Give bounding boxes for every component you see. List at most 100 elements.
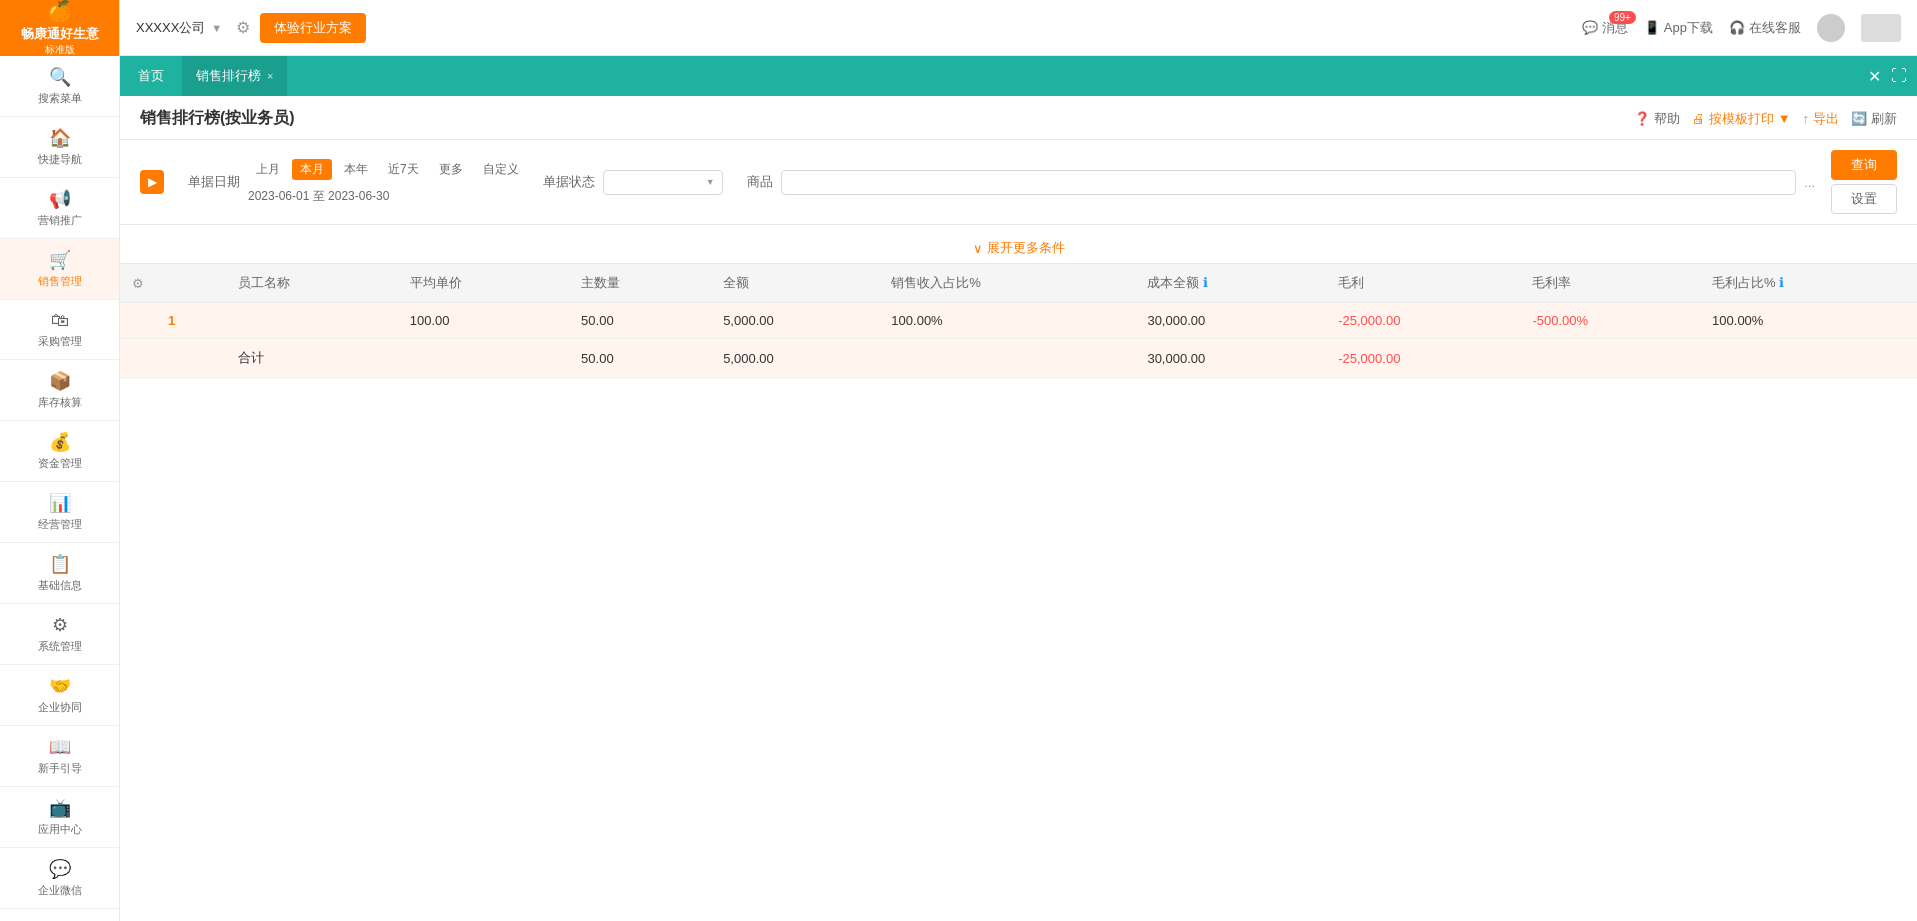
date-tab-3[interactable]: 近7天 [380,159,427,180]
row-rank-0: 1 [156,303,226,339]
app-download-label: App下载 [1664,19,1713,37]
sidebar-label-10: 企业协同 [38,700,82,715]
avatar[interactable] [1817,14,1845,42]
sidebar-item-8[interactable]: 📋基础信息 [0,543,119,604]
date-filter-item: 单据日期 上月本月本年近7天更多自定义 2023-06-01 至 2023-06… [188,159,527,205]
settings-button[interactable]: 设置 [1831,184,1897,214]
print-button[interactable]: 🖨 按模板打印 ▼ [1692,110,1791,128]
company-selector[interactable]: XXXXX公司 ▼ [136,19,222,37]
row-avg-price-0: 100.00 [398,303,569,339]
tab-home[interactable]: 首页 [120,56,182,96]
sidebar-icon-12: 📺 [49,797,71,819]
settings-icon[interactable]: ⚙ [236,18,250,37]
export-button[interactable]: ↑ 导出 [1803,110,1840,128]
sidebar-label-13: 企业微信 [38,883,82,898]
export-icon: ↑ [1803,111,1810,126]
footer-rank-cell [156,339,226,378]
th-settings[interactable]: ⚙ [120,264,156,303]
date-tab-2[interactable]: 本年 [336,159,376,180]
sidebar-label-1: 快捷导航 [38,152,82,167]
sidebar-item-3[interactable]: 🛒 销售管理 [0,239,119,300]
more-filter-btn[interactable]: ... [1804,175,1815,190]
help-button[interactable]: ❓ 帮助 [1634,110,1680,128]
sidebar-item-5[interactable]: 📦 库存核算 [0,360,119,421]
footer-amount-cell: 5,000.00 [711,339,879,378]
th-cost: 成本全额 ℹ [1135,264,1326,303]
cost-info-icon[interactable]: ℹ [1203,275,1208,290]
row-amount-0: 5,000.00 [711,303,879,339]
help-label: 帮助 [1654,110,1680,128]
date-tab-0[interactable]: 上月 [248,159,288,180]
print-icon: 🖨 [1692,111,1705,126]
gross-ratio-info-icon[interactable]: ℹ [1779,275,1784,290]
footer-gross-cell: -25,000.00 [1326,339,1520,378]
message-button[interactable]: 💬 消息 99+ [1582,19,1628,37]
online-service-button[interactable]: 🎧 在线客服 [1729,19,1801,37]
th-gross-ratio: 毛利占比% ℹ [1700,264,1917,303]
tab-maximize-icon[interactable]: ⛶ [1891,67,1907,85]
sidebar-item-0[interactable]: 🔍搜索菜单 [0,56,119,117]
filter-row: ▶ 单据日期 上月本月本年近7天更多自定义 2023-06-01 至 2023-… [140,150,1897,214]
row-gross-rate-0: -500.00% [1520,303,1700,339]
status-select[interactable] [603,170,723,195]
tab-close-icon[interactable]: × [267,70,273,82]
footer-settings-cell [120,339,156,378]
sidebar-icon-3: 🛒 [49,249,71,271]
page-title: 销售排行榜(按业务员) [140,108,295,129]
filter-expand-arrow[interactable]: ▶ [140,170,164,194]
sidebar-item-10[interactable]: 🤝企业协同 [0,665,119,726]
date-tab-5[interactable]: 自定义 [475,159,527,180]
tab-sales-ranking[interactable]: 销售排行榜 × [182,56,287,96]
sidebar-item-2[interactable]: 📢营销推广 [0,178,119,239]
app-download-icon: 📱 [1644,20,1660,35]
date-tab-4[interactable]: 更多 [431,159,471,180]
data-table: ⚙ 员工名称 平均单价 主数量 全额 销售收入占比% 成本全额 ℹ 毛利 毛利率… [120,264,1917,378]
th-quantity: 主数量 [569,264,711,303]
sidebar-icon-6: 💰 [49,431,71,453]
table-container: ⚙ 员工名称 平均单价 主数量 全额 销售收入占比% 成本全额 ℹ 毛利 毛利率… [120,264,1917,921]
sidebar-item-14[interactable]: 🏷畅会员 [0,909,119,921]
sidebar-icon-5: 📦 [49,370,71,392]
status-filter-label: 单据状态 [543,173,595,191]
status-select-wrapper [603,170,723,195]
tab-close-window-icon[interactable]: ✕ [1868,67,1881,86]
sidebar-label-5: 库存核算 [38,395,82,410]
date-tabs: 上月本月本年近7天更多自定义 [248,159,527,180]
sidebar-item-1[interactable]: 🏠快捷导航 [0,117,119,178]
sidebar-icon-4: 🛍 [51,310,69,331]
sidebar-label-8: 基础信息 [38,578,82,593]
app-logo: 🍊 畅康通好生意 标准版 [0,0,119,56]
app-download-button[interactable]: 📱 App下载 [1644,19,1713,37]
goods-input[interactable] [781,170,1796,195]
expand-more-btn[interactable]: ∨ 展开更多条件 [973,239,1065,257]
th-sales-ratio: 销售收入占比% [879,264,1135,303]
sidebar-item-13[interactable]: 💬企业微信 [0,848,119,909]
logo-icon: 🍊 [47,0,72,23]
sidebar-item-12[interactable]: 📺应用中心 [0,787,119,848]
footer-sales-ratio-cell [879,339,1135,378]
filter-area: ▶ 单据日期 上月本月本年近7天更多自定义 2023-06-01 至 2023-… [120,140,1917,225]
th-name: 员工名称 [226,264,397,303]
sidebar-label-3: 销售管理 [38,274,82,289]
refresh-button[interactable]: 🔄 刷新 [1851,110,1897,128]
sidebar-item-7[interactable]: 📊 经营管理 [0,482,119,543]
sidebar-icon-7: 📊 [49,492,71,514]
sidebar-label-0: 搜索菜单 [38,91,82,106]
date-tab-1[interactable]: 本月 [292,159,332,180]
print-label: 按模板打印 [1709,110,1774,128]
sidebar-item-11[interactable]: 📖新手引导 [0,726,119,787]
sidebar-item-6[interactable]: 💰资金管理 [0,421,119,482]
sidebar-item-9[interactable]: ⚙系统管理 [0,604,119,665]
export-label: 导出 [1813,110,1839,128]
row-cost-0: 30,000.00 [1135,303,1326,339]
main-area: XXXXX公司 ▼ ⚙ 体验行业方案 💬 消息 99+ 📱 App下载 🎧 在线… [120,0,1917,921]
trial-button[interactable]: 体验行业方案 [260,13,366,43]
query-button[interactable]: 查询 [1831,150,1897,180]
sidebar-icon-2: 📢 [49,188,71,210]
chevron-down-icon: ∨ [973,241,983,256]
sidebar-item-4[interactable]: 🛍采购管理 [0,300,119,360]
page-title-row: 销售排行榜(按业务员) ❓ 帮助 🖨 按模板打印 ▼ ↑ 导出 [140,108,1897,129]
th-gross-rate: 毛利率 [1520,264,1700,303]
online-service-icon: 🎧 [1729,20,1745,35]
sidebar-label-7: 经营管理 [38,517,82,532]
